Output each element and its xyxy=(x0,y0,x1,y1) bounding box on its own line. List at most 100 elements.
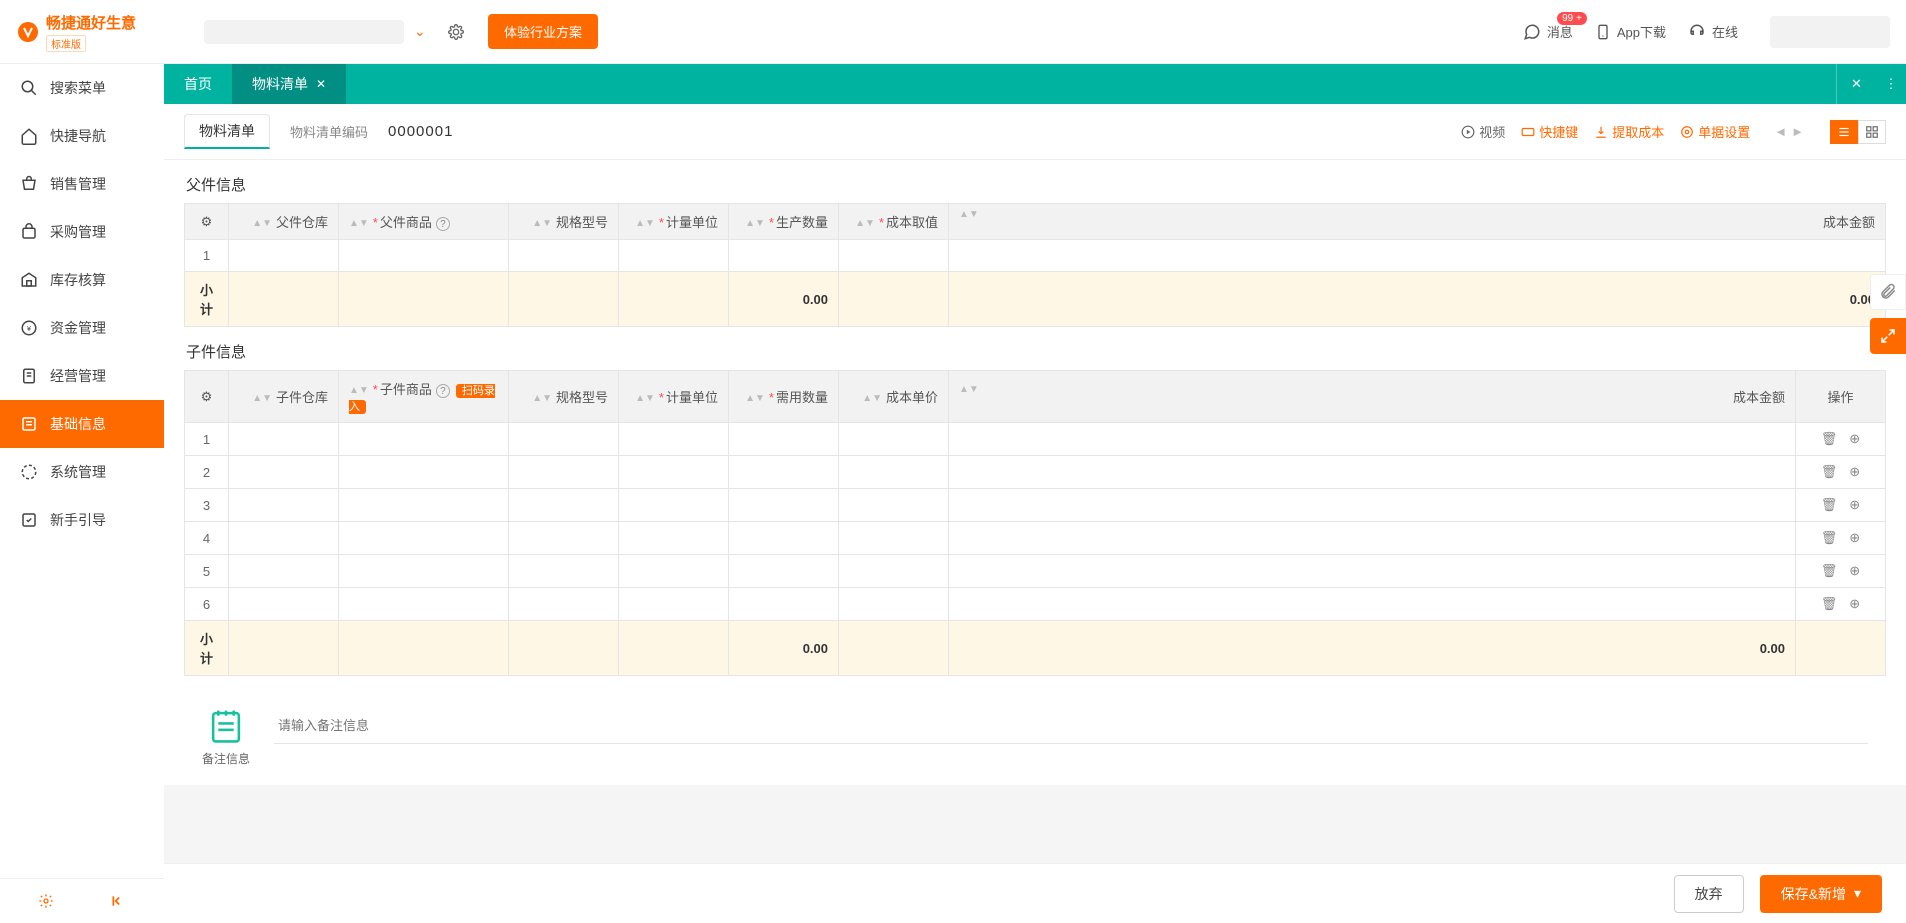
finance-icon: ¥ xyxy=(20,319,38,337)
table-row[interactable]: 1🗑⊕ xyxy=(185,423,1886,456)
remarks-input[interactable] xyxy=(274,708,1868,744)
sidebar-item-sales[interactable]: 销售管理 xyxy=(0,160,164,208)
row-add-icon[interactable]: ⊕ xyxy=(1849,596,1860,611)
online-support-button[interactable]: 在线 xyxy=(1688,22,1738,41)
sidebar-item-label: 库存核算 xyxy=(50,270,106,290)
sidebar-item-business[interactable]: 经营管理 xyxy=(0,352,164,400)
child-section-title: 子件信息 xyxy=(164,327,1906,370)
experience-cta-button[interactable]: 体验行业方案 xyxy=(488,14,598,49)
col-child-ops: 操作 xyxy=(1796,371,1886,423)
tabstrip-close-button[interactable]: ✕ xyxy=(1836,64,1876,104)
clipboard-icon xyxy=(20,367,38,385)
chevron-down-icon: ⌄ xyxy=(414,23,426,40)
sidebar-item-system[interactable]: 系统管理 xyxy=(0,448,164,496)
sidebar-item-guide[interactable]: 新手引导 xyxy=(0,496,164,544)
attachment-button[interactable] xyxy=(1870,274,1906,310)
parent-grid: ⚙ ▲▼父件仓库 ▲▼*父件商品? ▲▼规格型号 ▲▼*计量单位 ▲▼*生产数量… xyxy=(184,203,1886,327)
col-parent-product[interactable]: ▲▼*父件商品? xyxy=(339,204,509,240)
action-extract-cost[interactable]: 提取成本 xyxy=(1594,122,1664,141)
table-row[interactable]: 5🗑⊕ xyxy=(185,555,1886,588)
messages-button[interactable]: 消息 99 + xyxy=(1523,22,1573,41)
sidebar-item-quicknav[interactable]: 快捷导航 xyxy=(0,112,164,160)
col-parent-warehouse[interactable]: ▲▼父件仓库 xyxy=(229,204,339,240)
table-row[interactable]: 2🗑⊕ xyxy=(185,456,1886,489)
sidebar-collapse-icon[interactable] xyxy=(109,894,127,908)
prev-doc-button[interactable]: ◄ xyxy=(1774,124,1787,139)
table-row[interactable]: 4🗑⊕ xyxy=(185,522,1886,555)
expand-button[interactable] xyxy=(1870,318,1906,354)
tab-label: 首页 xyxy=(184,74,212,94)
row-add-icon[interactable]: ⊕ xyxy=(1849,563,1860,578)
purchase-icon xyxy=(20,223,38,241)
save-and-new-button[interactable]: 保存&新增▾ xyxy=(1760,875,1882,913)
col-parent-amount[interactable]: ▲▼成本金额 xyxy=(949,204,1886,240)
basicinfo-icon xyxy=(20,415,38,433)
row-delete-icon[interactable]: 🗑 xyxy=(1821,497,1838,512)
row-add-icon[interactable]: ⊕ xyxy=(1849,497,1860,512)
sidebar-item-search[interactable]: 搜索菜单 xyxy=(0,64,164,112)
col-parent-unit[interactable]: ▲▼*计量单位 xyxy=(619,204,729,240)
col-parent-spec[interactable]: ▲▼规格型号 xyxy=(509,204,619,240)
subtotal-row: 小计0.000.00 xyxy=(185,621,1886,676)
row-add-icon[interactable]: ⊕ xyxy=(1849,431,1860,446)
sidebar-item-inventory[interactable]: 库存核算 xyxy=(0,256,164,304)
row-delete-icon[interactable]: 🗑 xyxy=(1821,563,1838,578)
doc-code-label: 物料清单编码 xyxy=(290,122,368,141)
tab-close-icon[interactable]: ✕ xyxy=(316,77,326,91)
view-card-button[interactable] xyxy=(1858,120,1886,144)
sidebar-item-finance[interactable]: ¥资金管理 xyxy=(0,304,164,352)
help-icon[interactable]: ? xyxy=(436,217,450,231)
col-config-button[interactable]: ⚙ xyxy=(185,204,229,240)
col-config-button[interactable]: ⚙ xyxy=(185,371,229,423)
table-row[interactable]: 6🗑⊕ xyxy=(185,588,1886,621)
subtotal-row: 小计0.000.00 xyxy=(185,272,1886,327)
col-child-unit[interactable]: ▲▼*计量单位 xyxy=(619,371,729,423)
parent-section-title: 父件信息 xyxy=(164,160,1906,203)
col-child-spec[interactable]: ▲▼规格型号 xyxy=(509,371,619,423)
col-child-product[interactable]: ▲▼*子件商品?扫码录入 xyxy=(339,371,509,423)
extract-icon xyxy=(1594,125,1608,139)
sidebar-settings-icon[interactable] xyxy=(38,893,54,909)
action-shortcut[interactable]: 快捷键 xyxy=(1521,122,1578,141)
col-parent-costmode[interactable]: ▲▼*成本取值 xyxy=(839,204,949,240)
next-doc-button[interactable]: ► xyxy=(1791,124,1804,139)
table-row[interactable]: 3🗑⊕ xyxy=(185,489,1886,522)
tab-home[interactable]: 首页 xyxy=(164,64,232,104)
doc-code-value: 0000001 xyxy=(388,123,453,140)
col-child-unitcost[interactable]: ▲▼成本单价 xyxy=(839,371,949,423)
search-icon xyxy=(20,79,38,97)
chevron-down-icon: ▾ xyxy=(1854,885,1861,902)
row-add-icon[interactable]: ⊕ xyxy=(1849,530,1860,545)
sidebar-item-purchase[interactable]: 采购管理 xyxy=(0,208,164,256)
tab-bom[interactable]: 物料清单✕ xyxy=(232,64,346,104)
row-delete-icon[interactable]: 🗑 xyxy=(1821,431,1838,446)
org-selector[interactable]: ⌄ xyxy=(204,20,434,44)
view-list-button[interactable] xyxy=(1830,120,1858,144)
sidebar-item-basicinfo[interactable]: 基础信息 xyxy=(0,400,164,448)
action-doc-setting[interactable]: 单据设置 xyxy=(1680,122,1750,141)
row-delete-icon[interactable]: 🗑 xyxy=(1821,530,1838,545)
remarks-section: 备注信息 xyxy=(184,690,1886,785)
table-row[interactable]: 1 xyxy=(185,240,1886,272)
sales-icon xyxy=(20,175,38,193)
discard-button[interactable]: 放弃 xyxy=(1674,875,1744,913)
brand-icon xyxy=(16,20,40,44)
notes-icon xyxy=(210,708,242,744)
action-video[interactable]: 视频 xyxy=(1461,122,1505,141)
phone-icon xyxy=(1595,23,1611,41)
chat-icon xyxy=(1523,23,1541,41)
user-avatar-block[interactable] xyxy=(1770,16,1890,48)
remarks-label: 备注信息 xyxy=(202,750,250,767)
col-child-warehouse[interactable]: ▲▼子件仓库 xyxy=(229,371,339,423)
col-parent-qty[interactable]: ▲▼*生产数量 xyxy=(729,204,839,240)
doc-tab[interactable]: 物料清单 xyxy=(184,114,270,149)
row-delete-icon[interactable]: 🗑 xyxy=(1821,464,1838,479)
app-download-button[interactable]: App下载 xyxy=(1595,22,1666,41)
row-add-icon[interactable]: ⊕ xyxy=(1849,464,1860,479)
tabstrip-more-button[interactable]: ⋮ xyxy=(1876,64,1906,104)
col-child-amount[interactable]: ▲▼成本金额 xyxy=(949,371,1796,423)
col-child-qty[interactable]: ▲▼*需用数量 xyxy=(729,371,839,423)
row-delete-icon[interactable]: 🗑 xyxy=(1821,596,1838,611)
help-icon[interactable]: ? xyxy=(436,384,450,398)
org-settings-button[interactable] xyxy=(444,20,468,44)
